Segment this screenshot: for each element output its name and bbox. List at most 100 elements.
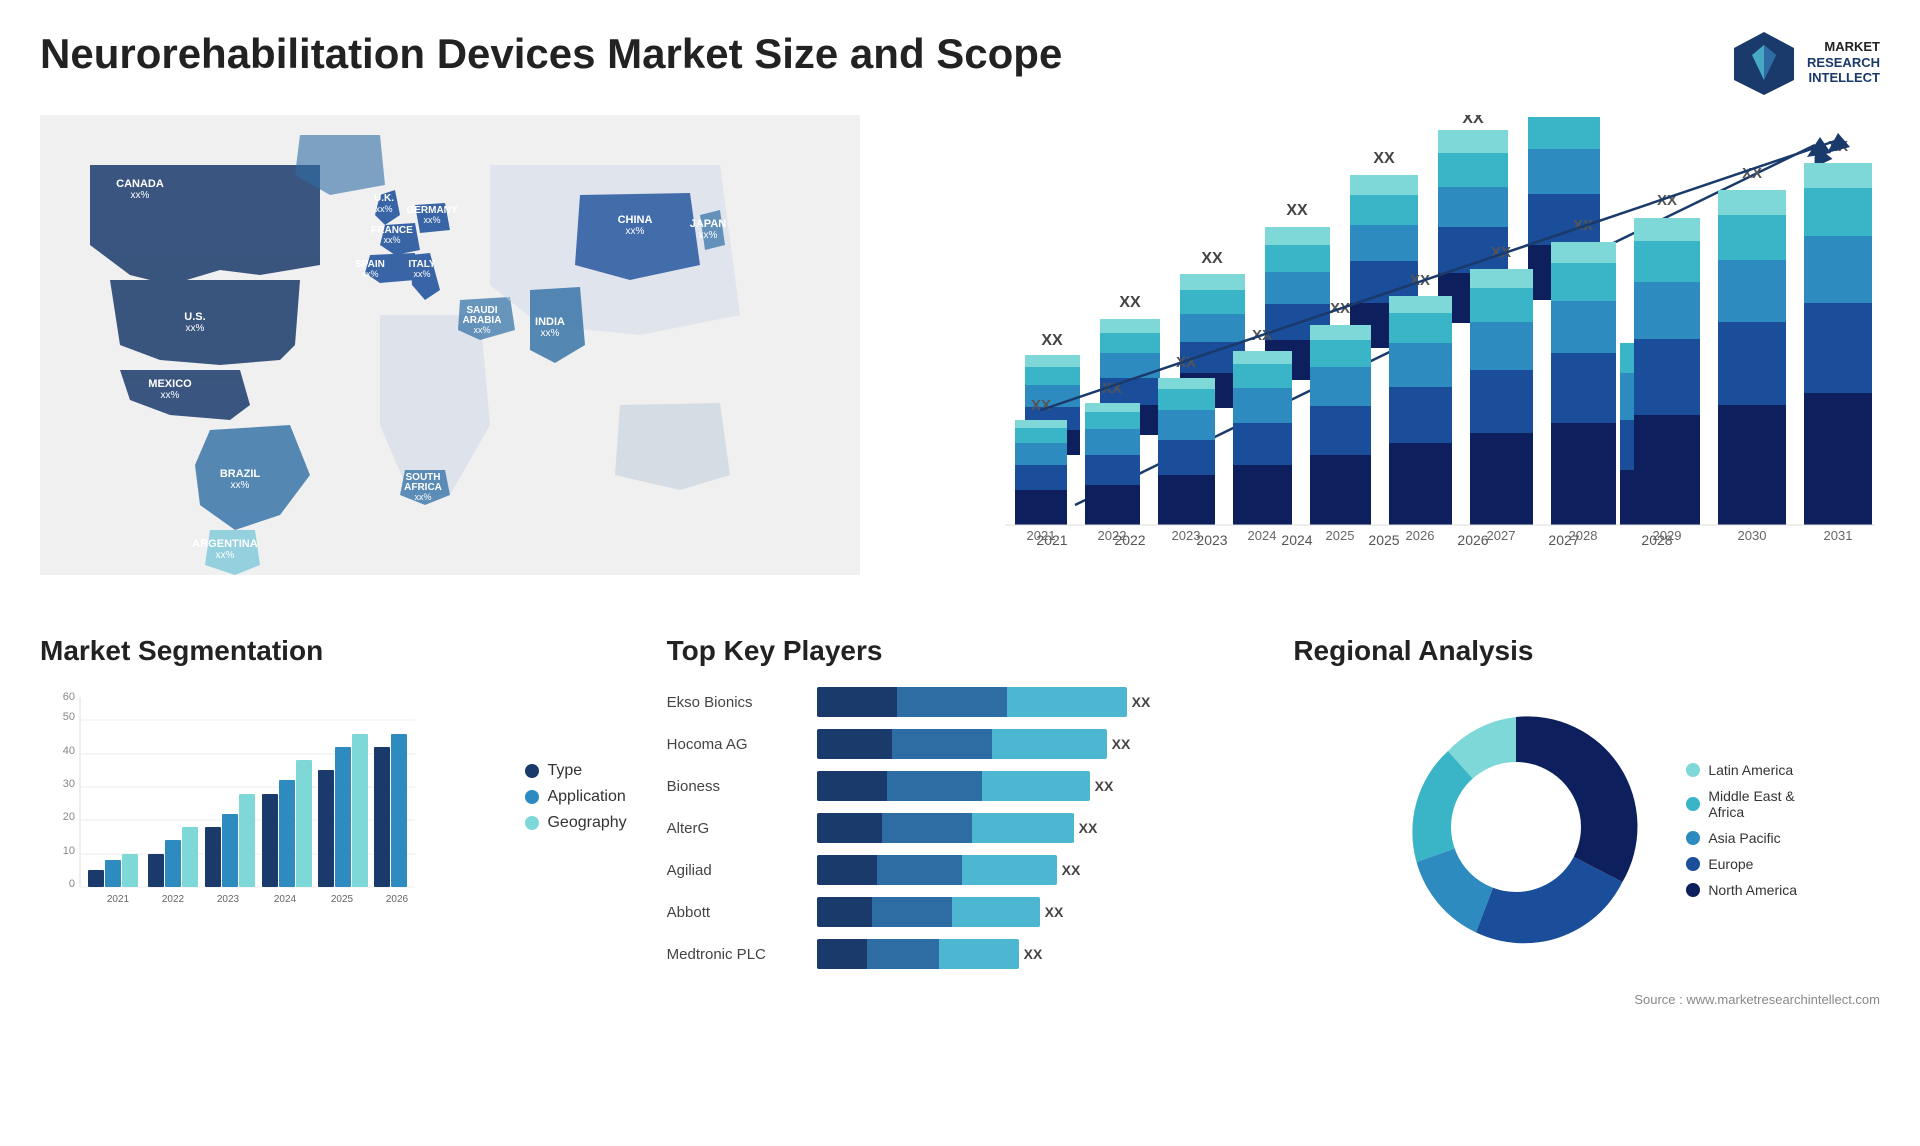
legend-latin-america: Latin America (1686, 762, 1797, 778)
asia-pacific-label: Asia Pacific (1708, 830, 1780, 846)
latin-america-dot (1686, 763, 1700, 777)
svg-text:2021: 2021 (107, 894, 130, 905)
legend-application: Application (525, 788, 626, 806)
player-row: Medtronic PLC XX (667, 939, 1254, 969)
growth-chart-bars: .b1{fill:#0d1f5c} .b2{fill:#1a4d9a} .b3{… (995, 115, 1875, 575)
player-bar-medtronic (817, 939, 1019, 969)
type-dot (525, 764, 539, 778)
svg-text:2024: 2024 (1248, 528, 1277, 543)
map-section: CANADA xx% U.S. xx% MEXICO xx% BRAZIL xx… (40, 115, 945, 595)
svg-text:40: 40 (63, 745, 75, 757)
player-row: Ekso Bionics XX (667, 687, 1254, 717)
svg-text:0: 0 (69, 878, 75, 890)
legend-mea: Middle East &Africa (1686, 788, 1797, 820)
svg-text:2022: 2022 (1098, 528, 1127, 543)
svg-text:BRAZIL: BRAZIL (220, 468, 261, 480)
svg-text:2027: 2027 (1487, 528, 1516, 543)
legend-geography: Geography (525, 814, 626, 832)
legend-type: Type (525, 762, 626, 780)
svg-text:2024: 2024 (274, 894, 297, 905)
svg-text:xx%: xx% (231, 480, 250, 491)
svg-text:2030: 2030 (1738, 528, 1767, 543)
svg-text:2028: 2028 (1569, 528, 1598, 543)
svg-text:2023: 2023 (1172, 528, 1201, 543)
legend-asia-pacific: Asia Pacific (1686, 830, 1797, 846)
svg-text:20: 20 (63, 811, 75, 823)
logo-icon (1732, 30, 1797, 95)
svg-text:xx%: xx% (216, 550, 235, 561)
svg-text:xx%: xx% (414, 492, 431, 502)
player-bar-abbott (817, 897, 1040, 927)
segmentation-section: Market Segmentation 0 10 20 30 40 50 (40, 635, 627, 1007)
svg-text:2029: 2029 (1653, 528, 1682, 543)
svg-text:xx%: xx% (186, 323, 205, 334)
svg-text:xx%: xx% (131, 190, 150, 201)
svg-text:xx%: xx% (699, 230, 718, 241)
player-bar-alterg (817, 813, 1074, 843)
geo-label: Geography (547, 814, 626, 832)
north-america-label: North America (1708, 882, 1797, 898)
svg-text:10: 10 (63, 845, 75, 857)
svg-text:xx%: xx% (473, 325, 490, 335)
growth-section: XX 2021 XX 2022 (975, 115, 1880, 595)
players-title: Top Key Players (667, 635, 1254, 667)
svg-text:xx%: xx% (375, 204, 392, 214)
player-row: Hocoma AG XX (667, 729, 1254, 759)
segmentation-title: Market Segmentation (40, 635, 627, 667)
svg-text:CANADA: CANADA (116, 178, 164, 190)
svg-text:U.S.: U.S. (184, 311, 205, 323)
regional-legend: Latin America Middle East &Africa Asia P… (1686, 762, 1797, 898)
player-row: Abbott XX (667, 897, 1254, 927)
bottom-row: Market Segmentation 0 10 20 30 40 50 (40, 635, 1880, 1007)
players-bars: Ekso Bionics XX Hocoma AG (667, 687, 1254, 969)
svg-text:2023: 2023 (217, 894, 240, 905)
mea-dot (1686, 797, 1700, 811)
svg-text:2022: 2022 (162, 894, 185, 905)
logo-container: MARKET RESEARCH INTELLECT (1732, 30, 1880, 95)
type-label: Type (547, 762, 582, 780)
page-title: Neurorehabilitation Devices Market Size … (40, 30, 1062, 78)
svg-text:2026: 2026 (1406, 528, 1435, 543)
europe-dot (1686, 857, 1700, 871)
svg-text:ARGENTINA: ARGENTINA (192, 538, 257, 550)
svg-text:2025: 2025 (1326, 528, 1355, 543)
world-map-svg: CANADA xx% U.S. xx% MEXICO xx% BRAZIL xx… (40, 115, 860, 575)
svg-text:xx%: xx% (626, 226, 645, 237)
svg-text:2031: 2031 (1824, 528, 1853, 543)
player-bar-hocoma (817, 729, 1107, 759)
svg-text:INDIA: INDIA (535, 316, 565, 328)
donut-container: Latin America Middle East &Africa Asia P… (1293, 687, 1880, 972)
main-content: CANADA xx% U.S. xx% MEXICO xx% BRAZIL xx… (40, 115, 1880, 1007)
page-container: Neurorehabilitation Devices Market Size … (0, 0, 1920, 1146)
seg-legend: Type Application Geography (525, 702, 626, 932)
svg-text:xx%: xx% (423, 215, 440, 225)
header-row: Neurorehabilitation Devices Market Size … (40, 30, 1880, 95)
player-bar-bioness (817, 771, 1090, 801)
player-bar-ekso (817, 687, 1127, 717)
svg-text:JAPAN: JAPAN (690, 218, 727, 230)
svg-text:2025: 2025 (331, 894, 354, 905)
svg-text:xx%: xx% (383, 235, 400, 245)
app-label: Application (547, 788, 625, 806)
asia-pacific-dot (1686, 831, 1700, 845)
segmentation-chart: 0 10 20 30 40 50 60 (40, 687, 420, 927)
svg-text:XX: XX (1031, 397, 1051, 414)
svg-text:xx%: xx% (413, 269, 430, 279)
svg-text:U.K.: U.K. (374, 193, 394, 204)
regional-title: Regional Analysis (1293, 635, 1880, 667)
player-bar-agiliad (817, 855, 1057, 885)
logo-text: MARKET RESEARCH INTELLECT (1807, 39, 1880, 86)
players-section: Top Key Players Ekso Bionics XX (667, 635, 1254, 1007)
player-row: Agiliad XX (667, 855, 1254, 885)
donut-chart (1376, 687, 1656, 972)
svg-text:60: 60 (63, 691, 75, 703)
svg-text:xx%: xx% (541, 328, 560, 339)
app-dot (525, 790, 539, 804)
svg-text:50: 50 (63, 711, 75, 723)
svg-text:CHINA: CHINA (618, 214, 653, 226)
svg-text:2021: 2021 (1027, 528, 1056, 543)
geo-dot (525, 816, 539, 830)
europe-label: Europe (1708, 856, 1753, 872)
mea-label: Middle East &Africa (1708, 788, 1794, 820)
svg-text:30: 30 (63, 778, 75, 790)
